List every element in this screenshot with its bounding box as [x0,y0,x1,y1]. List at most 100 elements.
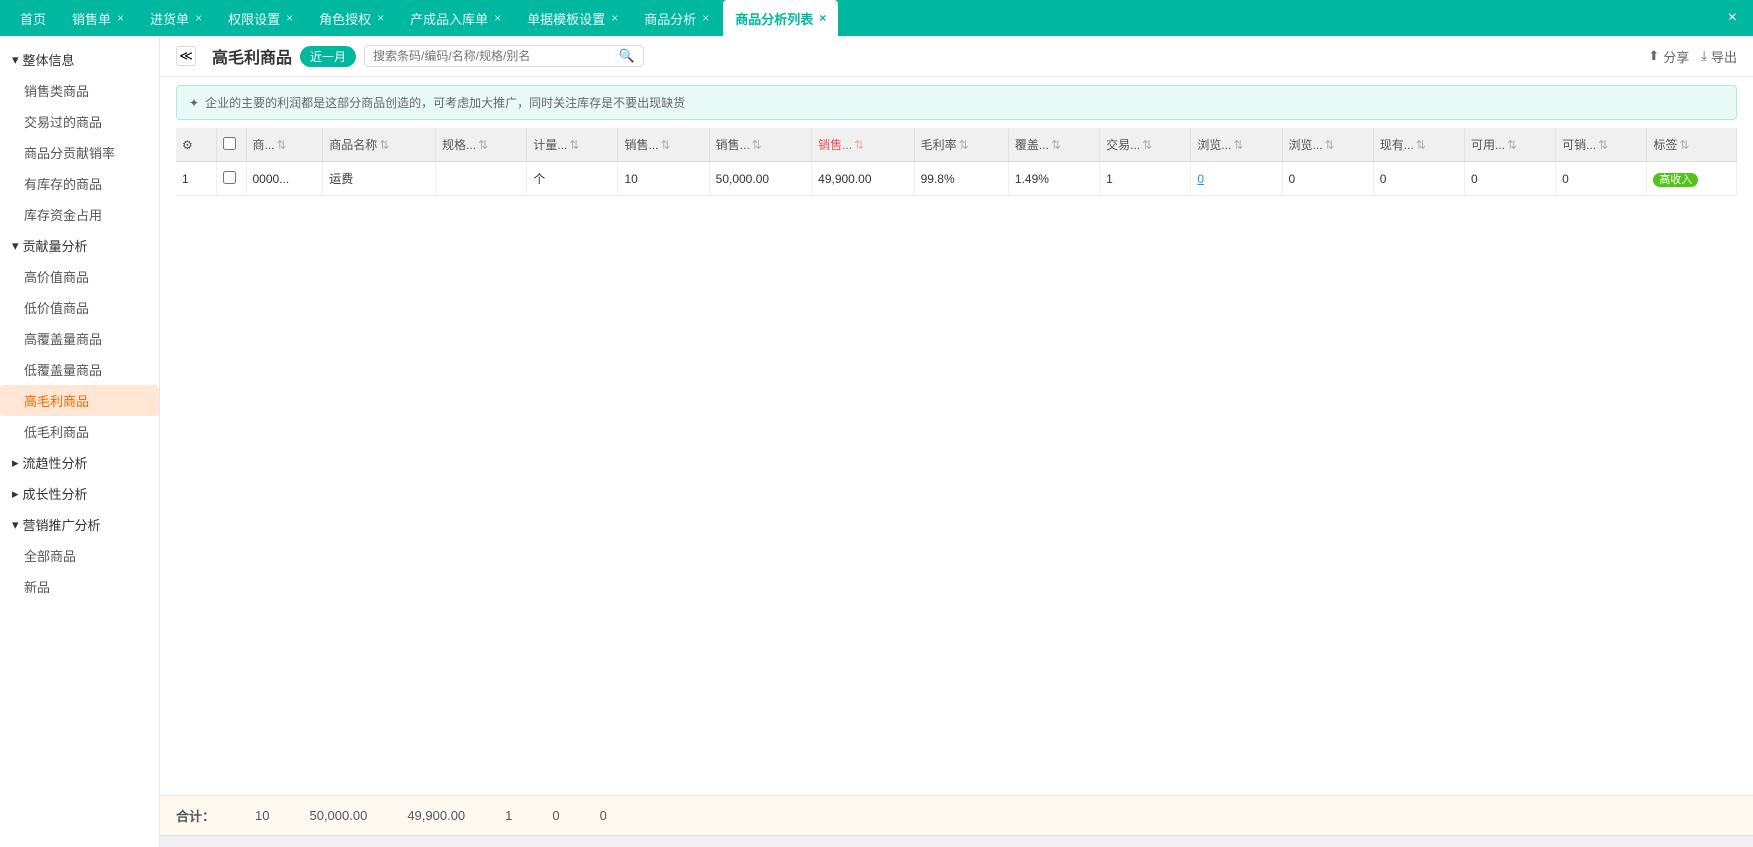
summary-sales-amount: 50,000.00 [309,808,367,823]
col-spec[interactable]: 规格...⇅ [436,128,527,162]
export-button[interactable]: ⤓ 导出 [1701,47,1737,66]
collapse-icon: ≪ [179,48,193,64]
tab-goods-analysis-list[interactable]: 商品分析列表 × [723,0,838,36]
sidebar-item-high-margin[interactable]: 高毛利商品 [0,385,159,416]
header-actions: ⬆ 分享 ⤓ 导出 [1648,47,1737,66]
tab-role-auth[interactable]: 角色授权 × [307,0,396,36]
col-sales-profit[interactable]: 销售...⇅ [812,128,914,162]
summary-label: 合计： [176,806,215,825]
time-filter-button[interactable]: 近一月 [300,46,356,67]
sidebar-item-traded-goods[interactable]: 交易过的商品 [0,106,159,137]
table-header-row: ⚙ 商...⇅ 商品名称⇅ 规格...⇅ 计量...⇅ 销售...⇅ 销售...… [176,128,1737,162]
sidebar-item-high-value[interactable]: 高价值商品 [0,261,159,292]
col-unit[interactable]: 计量...⇅ [527,128,618,162]
sidebar-item-all-goods[interactable]: 全部商品 [0,540,159,571]
summary-transaction: 1 [505,808,512,823]
col-gross-rate[interactable]: 毛利率⇅ [914,128,1008,162]
content-header: ≪ 高毛利商品 近一月 🔍 ⬆ 分享 ⤓ 导出 [160,36,1753,77]
tab-product-inbound-close[interactable]: × [494,11,501,25]
sidebar-item-stock-fund[interactable]: 库存资金占用 [0,199,159,230]
sidebar-item-contribution-sales[interactable]: 商品分贡献销率 [0,137,159,168]
table-row: 1 0000... 运费 个 10 50,000.00 49,900.00 99… [176,162,1737,196]
sidebar-item-low-coverage[interactable]: 低覆盖量商品 [0,354,159,385]
tab-sales-order-close[interactable]: × [117,11,124,25]
summary-browse2: 0 [552,808,559,823]
sidebar-item-low-value[interactable]: 低价值商品 [0,292,159,323]
sidebar-item-low-margin[interactable]: 低毛利商品 [0,416,159,447]
search-input[interactable] [373,49,615,63]
col-sales-amount[interactable]: 销售...⇅ [709,128,811,162]
cell-tag: 高收入 [1647,162,1737,196]
settings-icon[interactable]: ⚙ [182,138,193,152]
cell-coverage: 1.49% [1008,162,1099,196]
sidebar-group-growth[interactable]: 成长性分析 [0,478,159,509]
tab-template-settings-close[interactable]: × [611,11,618,25]
col-available[interactable]: 可用...⇅ [1464,128,1555,162]
sidebar-group-overall[interactable]: 整体信息 [0,44,159,75]
tab-permissions[interactable]: 权限设置 × [216,0,305,36]
tab-product-inbound[interactable]: 产成品入库单 × [398,0,513,36]
col-saleable[interactable]: 可销...⇅ [1556,128,1647,162]
cell-unit: 个 [527,162,618,196]
tab-purchase-order-close[interactable]: × [195,11,202,25]
cell-check[interactable] [216,162,246,196]
goods-table: ⚙ 商...⇅ 商品名称⇅ 规格...⇅ 计量...⇅ 销售...⇅ 销售...… [176,128,1737,196]
sidebar-group-marketing[interactable]: 营销推广分析 [0,509,159,540]
col-tag[interactable]: 标签⇅ [1647,128,1737,162]
summary-bar: 合计： 10 50,000.00 49,900.00 1 0 0 [160,795,1753,835]
cell-gross-rate: 99.8% [914,162,1008,196]
col-code[interactable]: 商...⇅ [246,128,323,162]
cell-sales-qty: 10 [618,162,709,196]
sidebar-group-contribution[interactable]: 贡献量分析 [0,230,159,261]
sidebar-item-high-coverage[interactable]: 高覆盖量商品 [0,323,159,354]
chevron-down-icon [12,52,19,68]
select-all-checkbox[interactable] [223,137,236,150]
col-coverage[interactable]: 覆盖...⇅ [1008,128,1099,162]
sidebar-collapse-button[interactable]: ≪ [176,46,196,66]
tab-goods-analysis-list-close[interactable]: × [819,11,826,25]
share-icon: ⬆ [1648,48,1659,64]
cell-transaction: 1 [1100,162,1191,196]
col-transaction[interactable]: 交易...⇅ [1100,128,1191,162]
tab-purchase-order[interactable]: 进货单 × [138,0,214,36]
cell-browse2: 0 [1282,162,1373,196]
horizontal-scrollbar[interactable] [160,835,1753,847]
share-button[interactable]: ⬆ 分享 [1648,47,1689,66]
row-checkbox[interactable] [223,171,236,184]
cell-code: 0000... [246,162,323,196]
info-text: 企业的主要的利润都是这部分商品创造的，可考虑加大推广，同时关注库存是不要出现缺货 [205,94,685,111]
table-container[interactable]: ⚙ 商...⇅ 商品名称⇅ 规格...⇅ 计量...⇅ 销售...⇅ 销售...… [176,128,1737,795]
sidebar-item-sales-goods[interactable]: 销售类商品 [0,75,159,106]
window-close-button[interactable]: × [1720,9,1745,27]
col-browse2[interactable]: 浏览...⇅ [1282,128,1373,162]
summary-saleable: 0 [600,808,607,823]
cell-browse1[interactable]: 0 [1191,162,1282,196]
tab-template-settings[interactable]: 单据模板设置 × [515,0,630,36]
tab-role-auth-close[interactable]: × [377,11,384,25]
sidebar-group-trend[interactable]: 流趋性分析 [0,447,159,478]
col-current-stock[interactable]: 现有...⇅ [1373,128,1464,162]
tab-goods-analysis[interactable]: 商品分析 × [632,0,721,36]
search-box: 🔍 [364,45,644,67]
col-browse1[interactable]: 浏览...⇅ [1191,128,1282,162]
sidebar-item-in-stock-goods[interactable]: 有库存的商品 [0,168,159,199]
col-name[interactable]: 商品名称⇅ [323,128,436,162]
col-sales-qty[interactable]: 销售...⇅ [618,128,709,162]
main-layout: 整体信息 销售类商品 交易过的商品 商品分贡献销率 有库存的商品 库存资金占用 … [0,36,1753,847]
col-check [216,128,246,162]
cell-available: 0 [1464,162,1555,196]
cell-spec [436,162,527,196]
chevron-down-icon-3 [12,517,19,533]
cell-sales-profit: 49,900.00 [812,162,914,196]
export-icon: ⤓ [1701,48,1707,64]
cell-index: 1 [176,162,216,196]
tab-goods-analysis-close[interactable]: × [702,11,709,25]
tab-permissions-close[interactable]: × [286,11,293,25]
tab-sales-order[interactable]: 销售单 × [60,0,136,36]
sidebar-item-new-goods[interactable]: 新品 [0,571,159,602]
summary-sales-qty: 10 [255,808,269,823]
tab-home[interactable]: 首页 [8,0,58,36]
info-banner: ✦ 企业的主要的利润都是这部分商品创造的，可考虑加大推广，同时关注库存是不要出现… [176,85,1737,120]
content-area: ≪ 高毛利商品 近一月 🔍 ⬆ 分享 ⤓ 导出 ✦ 企业的主要 [160,36,1753,847]
search-icon[interactable]: 🔍 [619,48,635,64]
